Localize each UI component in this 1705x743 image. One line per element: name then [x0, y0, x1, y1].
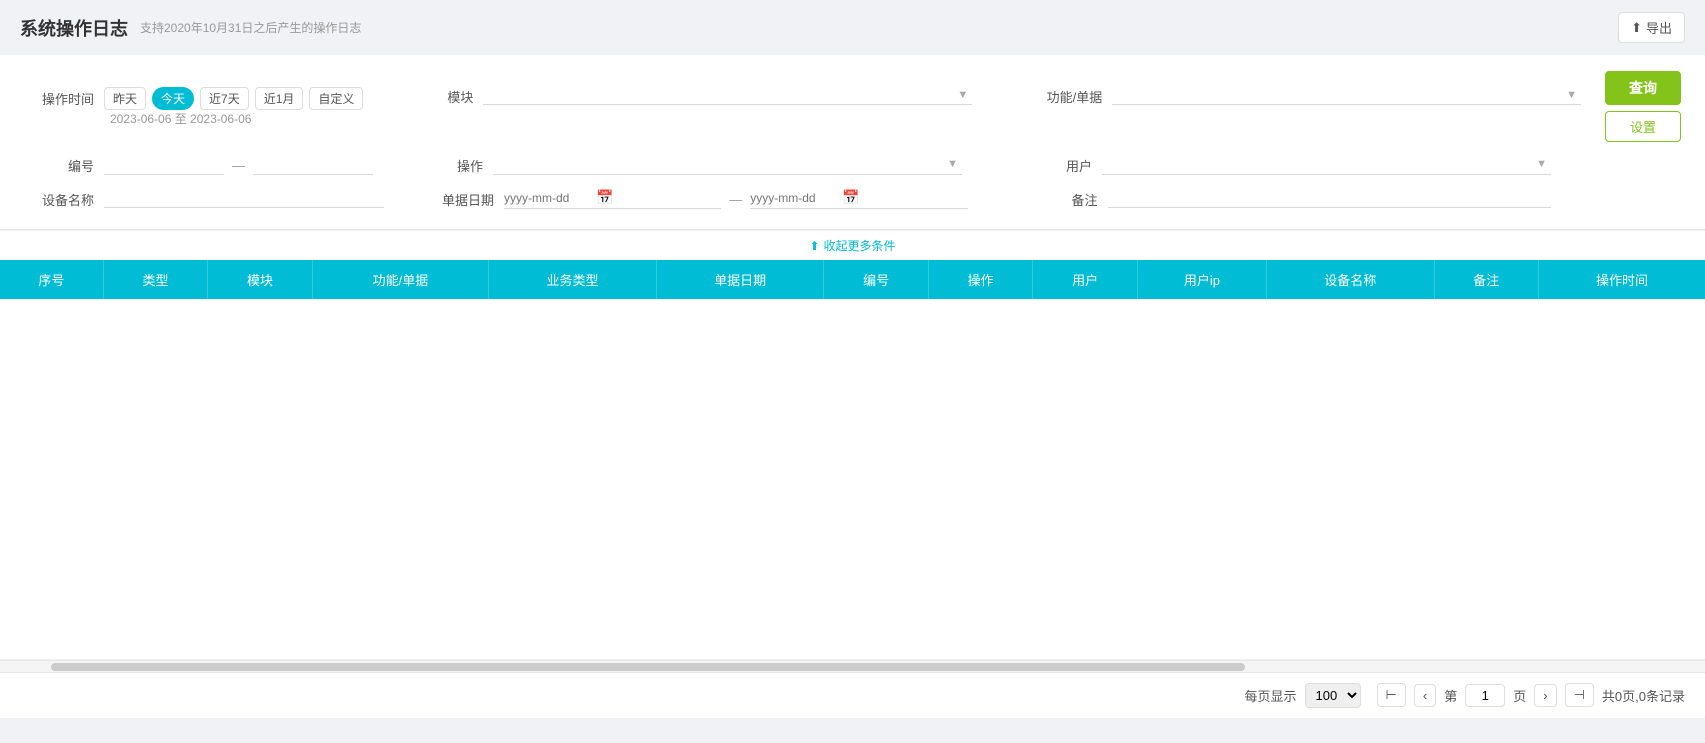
prev-page-button[interactable]: ‹: [1414, 684, 1436, 707]
settings-button[interactable]: 设置: [1605, 111, 1681, 142]
time-filter-block: 操作时间 昨天 今天 近7天 近1月 自定义 2023-06-06 至 2023…: [24, 87, 363, 127]
col-number: 编号: [824, 260, 928, 299]
calendar-to-icon[interactable]: 📅: [842, 189, 859, 206]
user-label: 用户: [1002, 156, 1092, 175]
device-label: 设备名称: [24, 190, 94, 209]
table-header: 序号 类型 模块 功能/单据 业务类型 单据日期 编号 操作 用户 用户ip 设…: [0, 260, 1705, 299]
page-header: 系统操作日志 支持2020年10月31日之后产生的操作日志 ⬆ 导出: [0, 0, 1705, 55]
voucher-date-label: 单据日期: [424, 190, 494, 209]
calendar-from-icon[interactable]: 📅: [596, 189, 613, 206]
function-filter-block: 功能/单据 ▼: [1012, 87, 1581, 106]
col-op-time: 操作时间: [1539, 260, 1705, 299]
time-btn-7days[interactable]: 近7天: [200, 87, 249, 110]
col-seq: 序号: [0, 260, 103, 299]
user-chevron-icon: ▼: [1532, 158, 1551, 170]
header-left: 系统操作日志 支持2020年10月31日之后产生的操作日志: [20, 15, 361, 41]
user-filter-block: 用户 ▼: [1002, 156, 1551, 175]
query-button[interactable]: 查询: [1605, 71, 1681, 105]
operation-label: 操作: [413, 156, 483, 175]
first-page-button[interactable]: ⊢: [1377, 683, 1406, 707]
module-chevron-icon: ▼: [953, 89, 972, 101]
module-select-wrapper: ▼: [483, 87, 972, 105]
export-label: 导出: [1646, 18, 1672, 37]
collapse-bar[interactable]: ⬆ 收起更多条件: [0, 230, 1705, 260]
filter-row-2: 编号 — 操作 ▼ 用户 ▼: [24, 156, 1681, 175]
function-select-wrapper: ▼: [1112, 87, 1581, 105]
col-module: 模块: [208, 260, 312, 299]
empty-cell: [0, 299, 1705, 659]
number-to-input[interactable]: [253, 157, 373, 175]
filter-panel: 操作时间 昨天 今天 近7天 近1月 自定义 2023-06-06 至 2023…: [0, 55, 1705, 230]
operation-filter-block: 操作 ▼: [413, 156, 962, 175]
filter-row-3: 设备名称 单据日期 📅 — 📅 备注: [24, 189, 1681, 209]
time-btn-today[interactable]: 今天: [152, 87, 194, 110]
collapse-up-icon: ⬆: [809, 239, 819, 253]
pagination-bar: 每页显示 100 20 50 200 ⊢ ‹ 第 页 › ⊣ 共0页,0条记录: [0, 672, 1705, 718]
last-page-button[interactable]: ⊣: [1565, 683, 1594, 707]
col-function: 功能/单据: [312, 260, 488, 299]
device-filter-block: 设备名称: [24, 190, 384, 209]
total-info: 共0页,0条记录: [1602, 686, 1685, 705]
collapse-label: 收起更多条件: [824, 237, 896, 254]
number-filter-block: 编号 —: [24, 156, 373, 175]
number-label: 编号: [24, 156, 94, 175]
date-from-wrapper: 📅: [504, 189, 721, 209]
data-table: 序号 类型 模块 功能/单据 业务类型 单据日期 编号 操作 用户 用户ip 设…: [0, 260, 1705, 660]
export-icon: ⬆: [1631, 20, 1642, 36]
user-input[interactable]: [1102, 157, 1532, 172]
page-subtitle: 支持2020年10月31日之后产生的操作日志: [140, 19, 361, 36]
col-device: 设备名称: [1266, 260, 1434, 299]
function-label: 功能/单据: [1012, 87, 1102, 106]
table-header-row: 序号 类型 模块 功能/单据 业务类型 单据日期 编号 操作 用户 用户ip 设…: [0, 260, 1705, 299]
col-remark: 备注: [1434, 260, 1538, 299]
time-range-text: 2023-06-06 至 2023-06-06: [110, 112, 251, 126]
empty-row: [0, 299, 1705, 659]
user-select-wrapper: ▼: [1102, 157, 1551, 175]
per-page-label: 每页显示: [1245, 686, 1297, 705]
time-filter-group: 昨天 今天 近7天 近1月 自定义: [104, 87, 363, 110]
time-btn-yesterday[interactable]: 昨天: [104, 87, 146, 110]
filter-row-1: 操作时间 昨天 今天 近7天 近1月 自定义 2023-06-06 至 2023…: [24, 71, 1681, 142]
time-btn-custom[interactable]: 自定义: [309, 87, 363, 110]
page-title: 系统操作日志: [20, 15, 128, 41]
table-body: [0, 299, 1705, 659]
operation-chevron-icon: ▼: [943, 158, 962, 170]
date-from-input[interactable]: [504, 191, 592, 205]
next-page-button[interactable]: ›: [1534, 684, 1556, 707]
operation-input[interactable]: [493, 157, 943, 172]
col-biz-type: 业务类型: [489, 260, 657, 299]
col-operation: 操作: [928, 260, 1032, 299]
remark-label: 备注: [1008, 190, 1098, 209]
date-to-input[interactable]: [750, 191, 838, 205]
date-to-wrapper: 📅: [750, 189, 967, 209]
remark-input[interactable]: [1108, 190, 1552, 208]
export-button[interactable]: ⬆ 导出: [1618, 12, 1685, 43]
per-page-select[interactable]: 100 20 50 200: [1305, 683, 1361, 708]
number-from-input[interactable]: [104, 157, 224, 175]
remark-filter-block: 备注: [1008, 190, 1552, 209]
table-container: 序号 类型 模块 功能/单据 业务类型 单据日期 编号 操作 用户 用户ip 设…: [0, 260, 1705, 660]
date-dash: —: [729, 192, 742, 207]
col-user: 用户: [1033, 260, 1137, 299]
scrollbar-thumb[interactable]: [51, 663, 1245, 671]
page-suffix: 页: [1513, 686, 1526, 705]
page-label: 第: [1444, 686, 1457, 705]
scrollbar-area[interactable]: [0, 660, 1705, 672]
time-btn-1month[interactable]: 近1月: [255, 87, 304, 110]
time-label: 操作时间: [24, 89, 94, 108]
col-user-ip: 用户ip: [1137, 260, 1266, 299]
number-dash: —: [232, 158, 245, 173]
page-number-input[interactable]: [1465, 684, 1505, 707]
operation-select-wrapper: ▼: [493, 157, 962, 175]
voucher-date-filter-block: 单据日期 📅 — 📅: [424, 189, 968, 209]
device-input[interactable]: [104, 190, 384, 208]
function-input[interactable]: [1112, 87, 1562, 102]
module-label: 模块: [403, 87, 473, 106]
function-chevron-icon: ▼: [1562, 89, 1581, 101]
module-input[interactable]: [483, 87, 953, 102]
module-filter-block: 模块 ▼: [403, 87, 972, 106]
col-type: 类型: [103, 260, 207, 299]
col-voucher-date: 单据日期: [656, 260, 824, 299]
action-buttons: 查询 设置: [1605, 71, 1681, 142]
